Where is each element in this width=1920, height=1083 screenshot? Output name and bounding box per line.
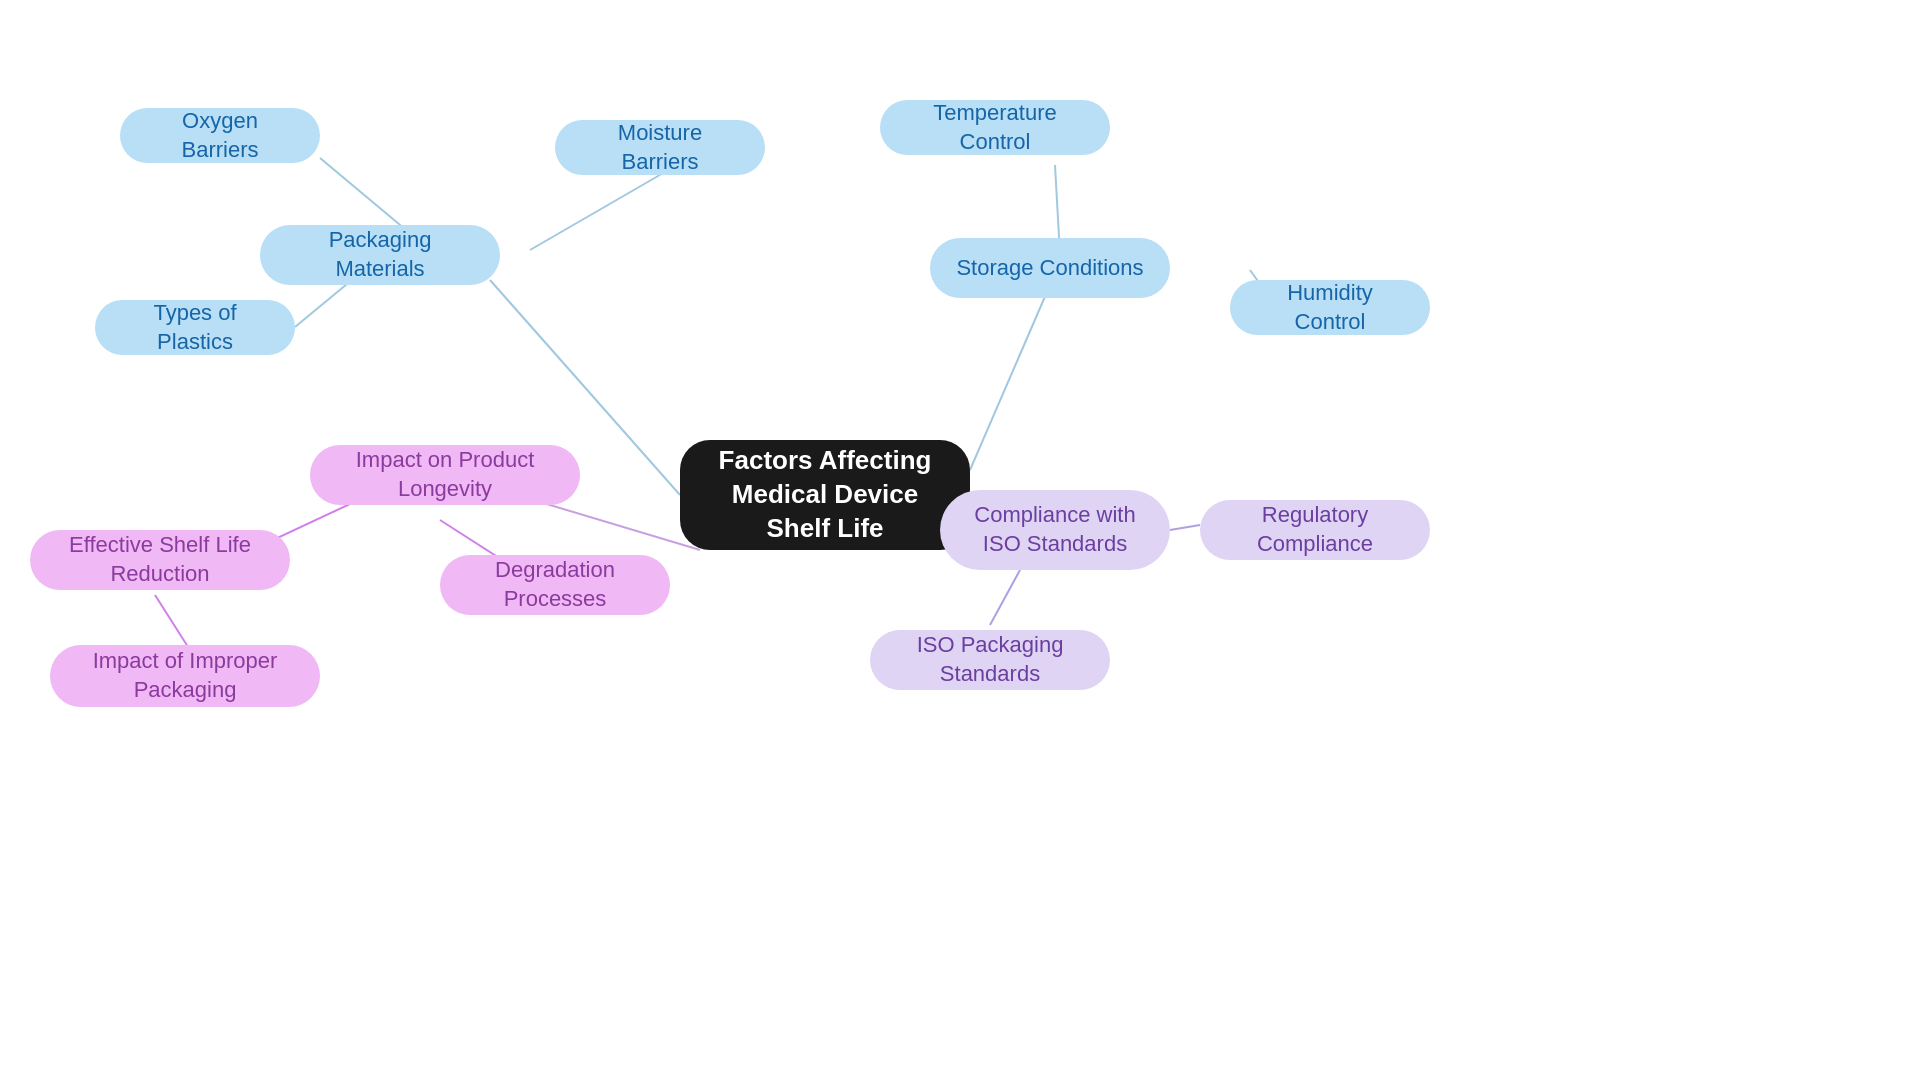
center-node: Factors Affecting Medical Device Shelf L…	[680, 440, 970, 550]
packaging-materials-node: Packaging Materials	[260, 225, 500, 285]
svg-line-12	[1170, 525, 1200, 530]
moisture-barriers-node: Moisture Barriers	[555, 120, 765, 175]
svg-line-13	[990, 570, 1020, 625]
types-of-plastics-node: Types of Plastics	[95, 300, 295, 355]
svg-line-2	[530, 172, 665, 250]
humidity-control-node: Humidity Control	[1230, 280, 1430, 335]
impact-product-longevity-node: Impact on Product Longevity	[310, 445, 580, 505]
temperature-control-node: Temperature Control	[880, 100, 1110, 155]
svg-line-4	[970, 285, 1050, 470]
regulatory-compliance-node: Regulatory Compliance	[1200, 500, 1430, 560]
effective-shelf-life-node: Effective Shelf Life Reduction	[30, 530, 290, 590]
degradation-processes-node: Degradation Processes	[440, 555, 670, 615]
compliance-iso-node: Compliance with ISO Standards	[940, 490, 1170, 570]
svg-line-10	[155, 595, 190, 650]
impact-improper-packaging-node: Impact of Improper Packaging	[50, 645, 320, 707]
iso-packaging-standards-node: ISO Packaging Standards	[870, 630, 1110, 690]
storage-conditions-node: Storage Conditions	[930, 238, 1170, 298]
oxygen-barriers-node: Oxygen Barriers	[120, 108, 320, 163]
